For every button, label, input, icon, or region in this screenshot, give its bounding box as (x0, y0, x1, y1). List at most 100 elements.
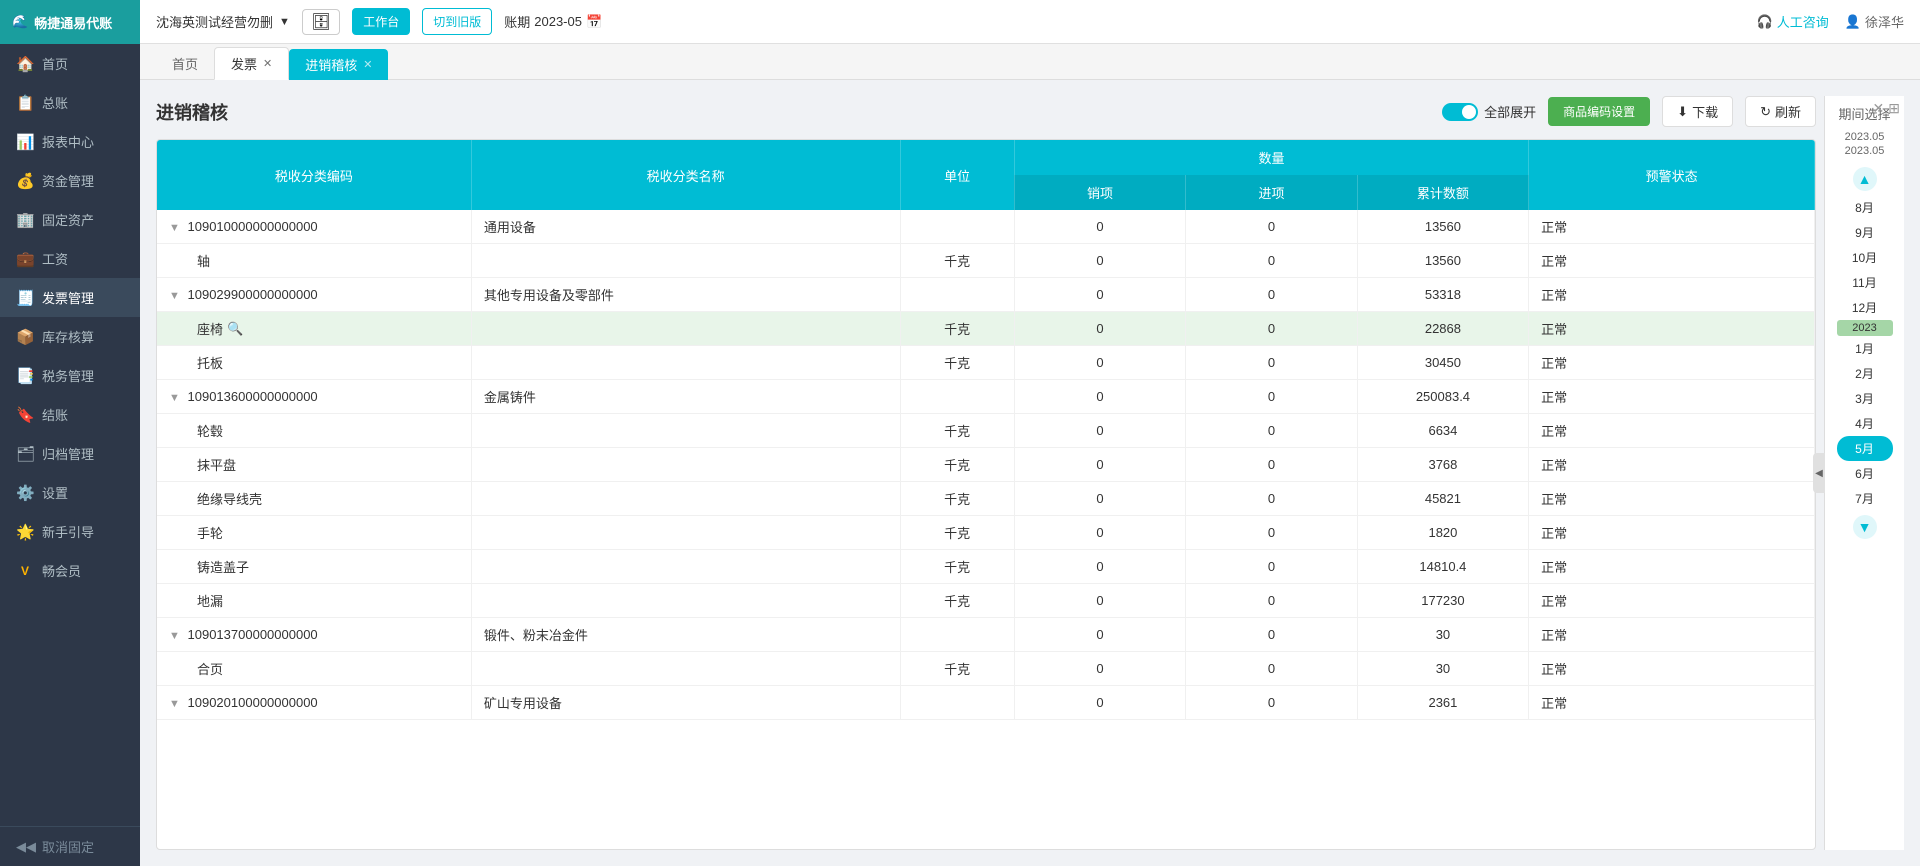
data-table: 税收分类编码 税收分类名称 单位 数量 预警状态 销项 进项 累计数额 (156, 139, 1816, 850)
search-icon[interactable]: 🔍 (227, 321, 243, 337)
purchase-sub: 0 (1186, 448, 1357, 482)
th-status: 预警状态 (1529, 140, 1815, 210)
funds-icon: 💰 (16, 172, 34, 190)
sales-cell: 0 (1014, 278, 1185, 312)
period-month-item[interactable]: 10月 (1837, 245, 1893, 270)
item-name-cell: 座椅🔍 (157, 312, 471, 346)
sidebar-item-invoice[interactable]: 🧾 发票管理 (0, 278, 140, 317)
sidebar-item-checkout[interactable]: 🔖 结账 (0, 395, 140, 434)
period-month-item[interactable]: 11月 (1837, 270, 1893, 295)
tax-name-sub (471, 244, 900, 278)
sidebar-item-assets[interactable]: 🏢 固定资产 (0, 200, 140, 239)
tax-name-sub (471, 346, 900, 380)
sidebar-item-archive[interactable]: 🗂 归档管理 (0, 434, 140, 473)
expand-toggle[interactable] (1442, 103, 1478, 121)
status-sub: 正常 (1529, 516, 1815, 550)
item-name-cell: 托板 (157, 346, 471, 380)
table-row: ▼ 109013600000000000 (157, 380, 471, 414)
headset-icon: 🎧 (1757, 14, 1773, 30)
download-button[interactable]: ⬇ 下载 (1662, 96, 1733, 127)
collapse-icon[interactable]: ▼ (169, 290, 180, 302)
tab-invoice-close[interactable]: ✕ (263, 57, 272, 70)
tax-name-cell: 通用设备 (471, 210, 900, 244)
sidebar-item-funds[interactable]: 💰 资金管理 (0, 161, 140, 200)
company-selector[interactable]: 沈海英测试经营勿删 ▼ (156, 12, 290, 31)
user-menu[interactable]: 👤 徐泽华 (1845, 12, 1904, 31)
settings-button[interactable]: 商品编码设置 (1548, 97, 1650, 126)
status-cell: 正常 (1529, 686, 1815, 720)
service-button[interactable]: 🎧 人工咨询 (1757, 12, 1829, 31)
period-month-item[interactable]: 5月 (1837, 436, 1893, 461)
table-row: ▼ 109020100000000000 (157, 686, 471, 720)
total-sub: 13560 (1357, 244, 1528, 278)
month-list: 8月9月10月11月12月20231月2月3月4月5月6月7月 (1837, 195, 1893, 511)
sidebar-item-reports[interactable]: 📊 报表中心 (0, 122, 140, 161)
topbar-right: 🎧 人工咨询 👤 徐泽华 (1757, 12, 1904, 31)
tab-invoice-label: 发票 (231, 54, 257, 73)
status-cell: 正常 (1529, 618, 1815, 652)
sidebar-label-invoice: 发票管理 (42, 288, 94, 307)
unit-sub: 千克 (900, 584, 1014, 618)
sidebar-item-home[interactable]: 🏠 首页 (0, 44, 140, 83)
ledger-icon: 📋 (16, 94, 34, 112)
total-cell: 13560 (1357, 210, 1528, 244)
sidebar-item-tax[interactable]: 📑 税务管理 (0, 356, 140, 395)
tax-code-cell: 109010000000000000 (188, 219, 318, 234)
scroll-up-btn[interactable]: ▲ (1853, 167, 1877, 191)
switch-version-button[interactable]: 切到旧版 (422, 8, 492, 35)
period-month-item[interactable]: 1月 (1837, 336, 1893, 361)
th-tax-name: 税收分类名称 (471, 140, 900, 210)
checkout-icon: 🔖 (16, 406, 34, 424)
period-month-item[interactable]: 6月 (1837, 461, 1893, 486)
sidebar-item-guide[interactable]: 🌟 新手引导 (0, 512, 140, 551)
collapse-icon[interactable]: ▼ (169, 222, 180, 234)
purchase-cell: 0 (1186, 278, 1357, 312)
refresh-button[interactable]: ↻ 刷新 (1745, 96, 1816, 127)
period-month-item[interactable]: 8月 (1837, 195, 1893, 220)
item-name-cell: 手轮 (157, 516, 471, 550)
member-icon: V (16, 564, 34, 578)
period-month-item[interactable]: 2023 (1837, 320, 1893, 336)
tab-home[interactable]: 首页 (156, 48, 214, 79)
panel-expand-btn[interactable]: ⊞ (1888, 100, 1900, 117)
total-cell: 250083.4 (1357, 380, 1528, 414)
tab-invoice[interactable]: 发票 ✕ (214, 47, 289, 80)
sidebar-label-checkout: 结账 (42, 405, 68, 424)
panel-collapse-btn[interactable]: ◀ (1813, 453, 1825, 493)
period-month-item[interactable]: 12月 (1837, 295, 1893, 320)
sidebar-label-member: 畅会员 (42, 561, 81, 580)
tab-reconcile-close[interactable]: ✕ (363, 58, 372, 71)
sidebar-item-settings[interactable]: ⚙️ 设置 (0, 473, 140, 512)
purchase-sub: 0 (1186, 312, 1357, 346)
scroll-down-btn[interactable]: ▼ (1853, 515, 1877, 539)
tax-name-cell: 其他专用设备及零部件 (471, 278, 900, 312)
item-name-cell: 轴 (157, 244, 471, 278)
period-month-item[interactable]: 2月 (1837, 361, 1893, 386)
page-header: 进销稽核 全部展开 商品编码设置 ⬇ 下载 ↻ 刷新 (156, 96, 1816, 127)
sidebar-pin-toggle[interactable]: ◀◀ 取消固定 (0, 826, 140, 866)
archive-button[interactable]: 🗄 (302, 9, 340, 35)
sidebar-item-salary[interactable]: 💼 工资 (0, 239, 140, 278)
period-month-item[interactable]: 4月 (1837, 411, 1893, 436)
total-cell: 2361 (1357, 686, 1528, 720)
collapse-icon[interactable]: ▼ (169, 698, 180, 710)
sidebar-item-inventory[interactable]: 📦 库存核算 (0, 317, 140, 356)
sidebar-item-ledger[interactable]: 📋 总账 (0, 83, 140, 122)
period-month-item[interactable]: 9月 (1837, 220, 1893, 245)
period-year-sub: 2023.05 (1845, 145, 1885, 157)
collapse-icon[interactable]: ▼ (169, 392, 180, 404)
panel-close-btn[interactable]: ✕ (1873, 100, 1885, 117)
sales-sub: 0 (1014, 652, 1185, 686)
tab-reconcile[interactable]: 进销稽核 ✕ (289, 49, 388, 80)
collapse-icon[interactable]: ▼ (169, 630, 180, 642)
workbench-button[interactable]: 工作台 (352, 8, 410, 35)
user-name: 徐泽华 (1865, 12, 1904, 31)
period-month-item[interactable]: 3月 (1837, 386, 1893, 411)
total-sub: 45821 (1357, 482, 1528, 516)
refresh-icon: ↻ (1760, 104, 1771, 120)
tab-reconcile-label: 进销稽核 (305, 55, 357, 74)
status-sub: 正常 (1529, 244, 1815, 278)
period-month-item[interactable]: 7月 (1837, 486, 1893, 511)
sidebar-item-member[interactable]: V 畅会员 (0, 551, 140, 590)
item-name-cell: 地漏 (157, 584, 471, 618)
